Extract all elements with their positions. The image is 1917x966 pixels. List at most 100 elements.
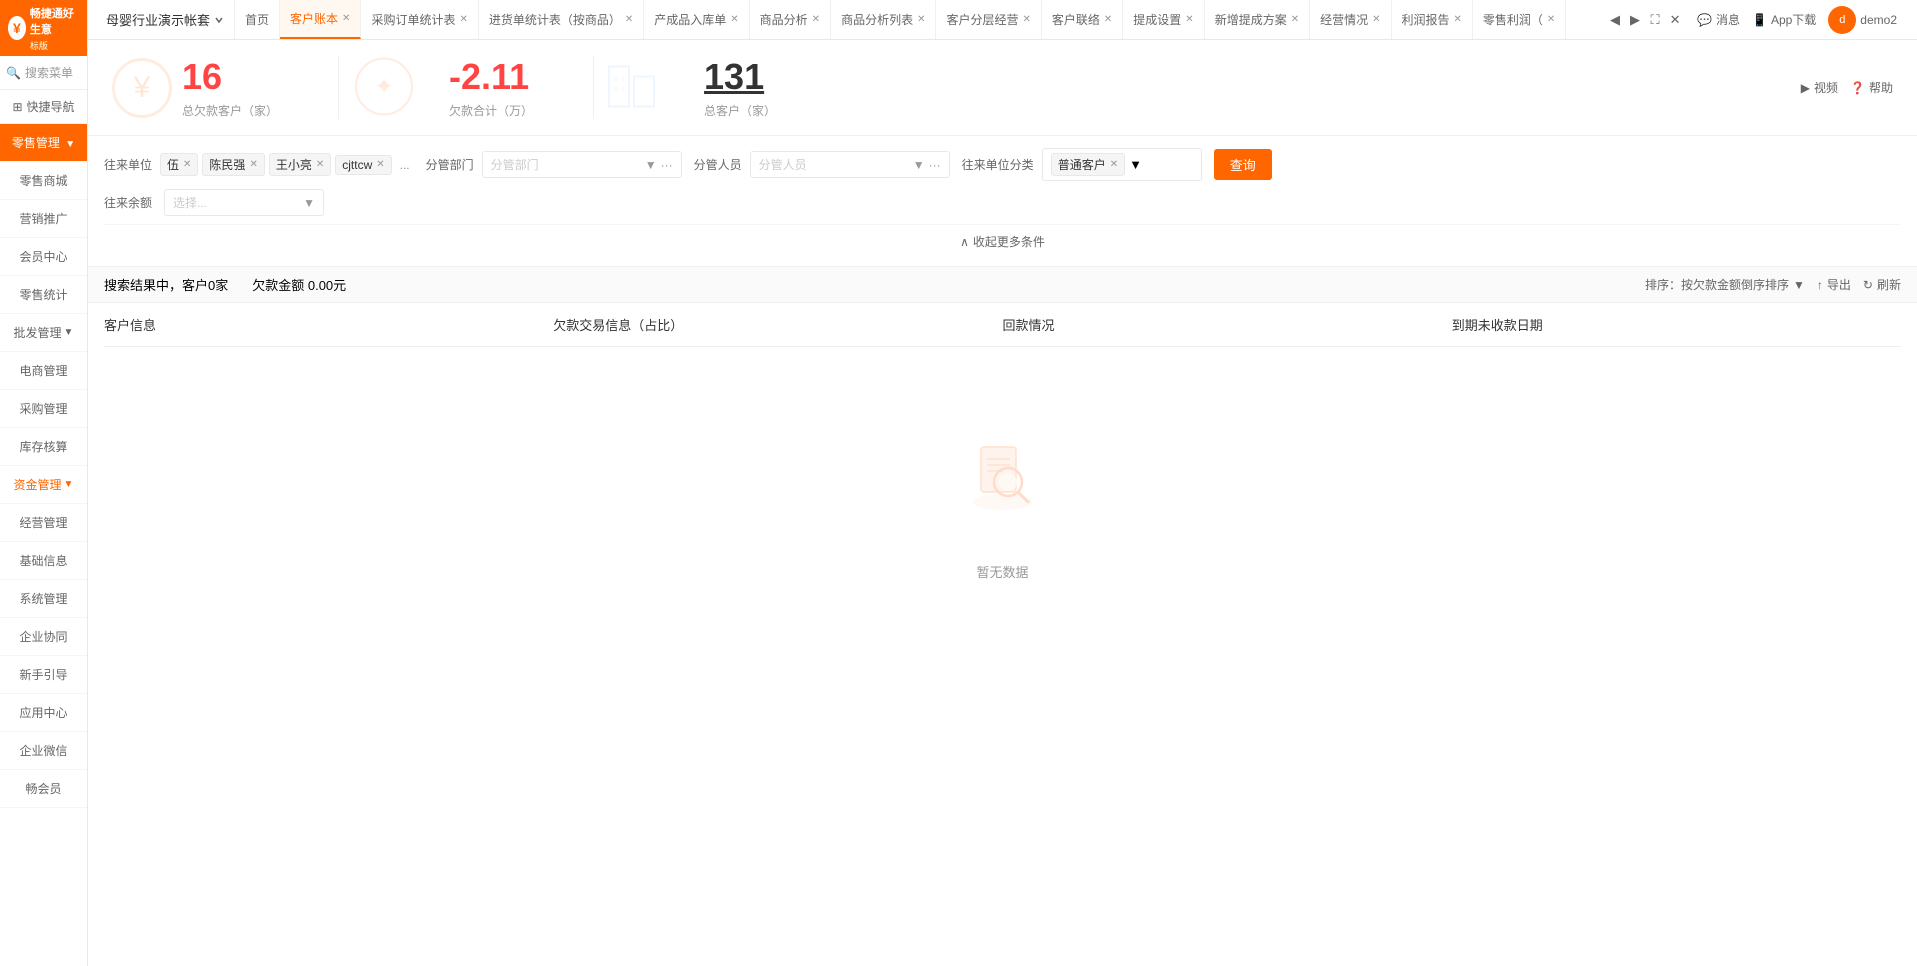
unit-more-btn[interactable]: ...	[396, 156, 414, 174]
tab-close-icon[interactable]: ✕	[1372, 14, 1380, 25]
person-select[interactable]: 分管人员 ▼ ···	[750, 151, 950, 178]
tab-home[interactable]: 首页	[235, 0, 280, 39]
unit-type-tags: 普通客户 ✕	[1051, 153, 1125, 176]
quick-nav[interactable]: ⊞ 快捷导航	[0, 90, 87, 124]
tag-close-wu[interactable]: ✕	[183, 159, 191, 170]
tab-close-icon[interactable]: ✕	[812, 14, 820, 25]
sidebar-item-label: 系统管理	[19, 592, 67, 606]
sidebar-item-label: 零售统计	[19, 288, 67, 302]
account-dropdown[interactable]: 母婴行业演示帐套	[96, 0, 235, 39]
export-btn[interactable]: ↑ 导出	[1817, 276, 1851, 293]
table-header: 客户信息 欠款交易信息（占比） 回款情况 到期未收款日期	[104, 303, 1901, 347]
tag-close-wang[interactable]: ✕	[316, 159, 324, 170]
tab-close-all[interactable]: ✕	[1665, 0, 1685, 40]
tab-customer-segment[interactable]: 客户分层经营 ✕	[936, 0, 1041, 39]
sidebar-item-operations[interactable]: 经营管理	[0, 504, 87, 542]
col-overdue-date: 到期未收款日期	[1452, 315, 1901, 334]
building-icon	[604, 61, 664, 111]
sidebar-item-marketing[interactable]: 营销推广	[0, 200, 87, 238]
sidebar-item-corp-coop[interactable]: 企业协同	[0, 618, 87, 656]
tab-close-icon[interactable]: ✕	[730, 14, 738, 25]
sort-select[interactable]: 排序：按欠款金额倒序排序 ▼	[1645, 276, 1805, 293]
tab-close-icon[interactable]: ✕	[1291, 14, 1299, 25]
tab-next-arrow[interactable]: ▶	[1625, 0, 1645, 40]
tab-product-analysis[interactable]: 商品分析 ✕	[750, 0, 831, 39]
sort-arrow: ▼	[1793, 278, 1805, 292]
sidebar-item-basic-info[interactable]: 基础信息	[0, 542, 87, 580]
tab-product-analysis-list[interactable]: 商品分析列表 ✕	[831, 0, 936, 39]
app-download-action[interactable]: 📱 App下载	[1752, 11, 1816, 28]
query-button[interactable]: 查询	[1214, 149, 1272, 180]
tab-promo-settings[interactable]: 提成设置 ✕	[1123, 0, 1204, 39]
sidebar-item-label: 新手引导	[19, 668, 67, 682]
refresh-btn[interactable]: ↻ 刷新	[1863, 276, 1901, 293]
result-bar: 搜索结果中，客户0家 欠款金额 0.00元 排序：按欠款金额倒序排序 ▼ ↑ 导…	[88, 267, 1917, 303]
help-action[interactable]: ❓ 帮助	[1850, 79, 1893, 96]
total-customers-value: 131	[704, 56, 776, 98]
topbar: 母婴行业演示帐套 首页 客户账本 ✕ 采购订单统计表 ✕ 进货单统计表（按商品）…	[88, 0, 1917, 40]
data-table: 客户信息 欠款交易信息（占比） 回款情况 到期未收款日期	[88, 303, 1917, 661]
tab-customer-contact[interactable]: 客户联络 ✕	[1042, 0, 1123, 39]
tab-retail-profit[interactable]: 零售利润（ ✕	[1473, 0, 1566, 39]
more-options-icon: ···	[929, 158, 941, 172]
tab-close-icon[interactable]: ✕	[1022, 14, 1030, 25]
tab-new-promo[interactable]: 新增提成方案 ✕	[1205, 0, 1310, 39]
tab-list: 首页 客户账本 ✕ 采购订单统计表 ✕ 进货单统计表（按商品） ✕ 产成品入库单…	[235, 0, 1605, 39]
sidebar-item-label: 资金管理	[14, 476, 62, 493]
person-filter: 分管人员 分管人员 ▼ ···	[694, 151, 950, 178]
tab-ops-status[interactable]: 经营情况 ✕	[1310, 0, 1391, 39]
balance-select[interactable]: 选择... ▼	[164, 189, 324, 216]
tab-close-icon[interactable]: ✕	[459, 14, 467, 25]
tab-profit-report[interactable]: 利润报告 ✕	[1392, 0, 1473, 39]
tab-purchase-stats[interactable]: 采购订单统计表 ✕	[361, 0, 478, 39]
sidebar-item-member[interactable]: 会员中心	[0, 238, 87, 276]
dept-filter: 分管部门 分管部门 ▼ ···	[426, 151, 682, 178]
tab-close-icon[interactable]: ✕	[1547, 14, 1555, 25]
tab-close-icon[interactable]: ✕	[625, 14, 633, 25]
sidebar-item-sys-mgmt[interactable]: 系统管理	[0, 580, 87, 618]
sidebar-item-finance[interactable]: 资金管理 ▼	[0, 466, 87, 504]
tab-close-icon[interactable]: ✕	[1454, 14, 1462, 25]
tab-product-inbound[interactable]: 产成品入库单 ✕	[644, 0, 749, 39]
tag-close-normal[interactable]: ✕	[1110, 159, 1118, 170]
unit-label: 往来单位	[104, 156, 152, 173]
export-label: 导出	[1827, 276, 1851, 293]
message-action[interactable]: 💬 消息	[1697, 11, 1740, 28]
col-debt-info: 欠款交易信息（占比）	[553, 315, 1002, 334]
tab-prev-arrow[interactable]: ◀	[1605, 0, 1625, 40]
search-label: 搜索菜单	[25, 64, 73, 81]
filter-row-1: 往来单位 伍 ✕ 陈民强 ✕ 王小亮 ✕	[104, 148, 1901, 181]
sidebar-item-retail-mall[interactable]: 零售商城	[0, 162, 87, 200]
collapse-button[interactable]: ∧ 收起更多条件	[104, 229, 1901, 254]
sidebar-item-vip[interactable]: 畅会员	[0, 770, 87, 808]
logo-text: 畅捷通好生意	[30, 5, 79, 37]
tab-customer-cost[interactable]: 客户账本 ✕	[280, 0, 361, 39]
app-logo: ¥ 畅捷通好生意 标版	[0, 0, 87, 56]
sidebar-item-app-center[interactable]: 应用中心	[0, 694, 87, 732]
tab-close-icon[interactable]: ✕	[342, 13, 350, 24]
tab-close-icon[interactable]: ✕	[917, 14, 925, 25]
sidebar-item-newbie[interactable]: 新手引导	[0, 656, 87, 694]
sidebar-item-batch[interactable]: 批发管理 ▼	[0, 314, 87, 352]
sidebar-item-retail-stats[interactable]: 零售统计	[0, 276, 87, 314]
video-help[interactable]: ▶ 视频	[1801, 79, 1838, 96]
unit-tags: 伍 ✕ 陈民强 ✕ 王小亮 ✕ cjttcw ✕	[160, 153, 414, 176]
sidebar-item-purchase[interactable]: 采购管理	[0, 390, 87, 428]
result-actions: 排序：按欠款金额倒序排序 ▼ ↑ 导出 ↻ 刷新	[1645, 276, 1901, 293]
tab-close-icon[interactable]: ✕	[1104, 14, 1112, 25]
sidebar-item-ecommerce[interactable]: 电商管理	[0, 352, 87, 390]
tag-close-cjttcw[interactable]: ✕	[376, 159, 384, 170]
tab-inventory-stats[interactable]: 进货单统计表（按商品） ✕	[479, 0, 644, 39]
sidebar-search[interactable]: 🔍 搜索菜单	[0, 56, 87, 90]
sidebar-item-label: 营销推广	[19, 212, 67, 226]
tag-close-chen[interactable]: ✕	[249, 159, 257, 170]
chevron-down-icon: ▼	[913, 158, 925, 172]
dept-select[interactable]: 分管部门 ▼ ···	[482, 151, 682, 178]
sidebar-item-corp-wechat[interactable]: 企业微信	[0, 732, 87, 770]
sidebar-item-retail-mgmt[interactable]: 零售管理 ▼	[0, 124, 87, 162]
user-menu[interactable]: d demo2	[1828, 6, 1897, 34]
tab-close-icon[interactable]: ✕	[1185, 14, 1193, 25]
unit-filter: 往来单位 伍 ✕ 陈民强 ✕ 王小亮 ✕	[104, 153, 414, 176]
tab-fullscreen[interactable]: ⛶	[1645, 0, 1665, 40]
sidebar-item-inventory[interactable]: 库存核算	[0, 428, 87, 466]
